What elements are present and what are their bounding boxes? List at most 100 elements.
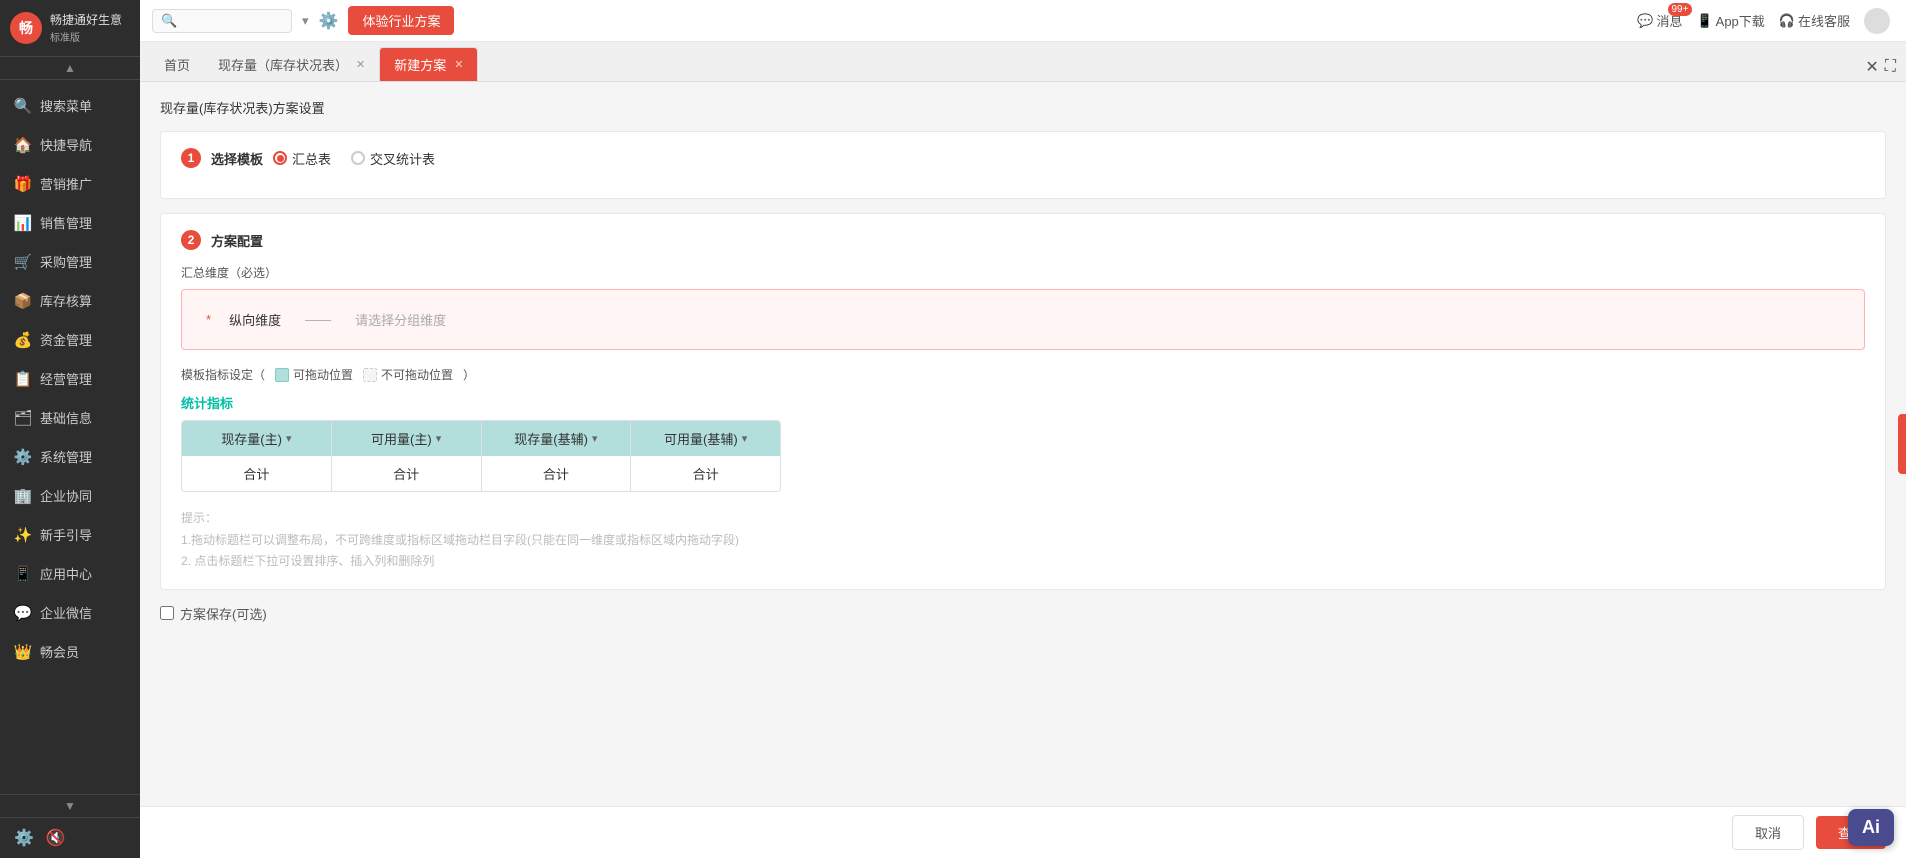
- col-2-chevron[interactable]: ▾: [592, 432, 598, 445]
- step2-title: 方案配置: [211, 231, 263, 250]
- chart-icon: 📊: [14, 214, 32, 232]
- message-badge: 99+: [1668, 3, 1693, 16]
- crown-icon: 👑: [14, 643, 32, 661]
- tab-inventory-close[interactable]: ✕: [356, 58, 365, 71]
- ai-badge-btn[interactable]: Ai: [1848, 809, 1894, 846]
- col-3-chevron[interactable]: ▾: [742, 432, 748, 445]
- metrics-cell-0-3: 合计: [631, 456, 780, 491]
- metrics-cell-0-1: 合计: [332, 456, 482, 491]
- user-profile-btn[interactable]: [1864, 8, 1894, 34]
- sidebar-item-finance[interactable]: 💰 资金管理: [0, 320, 140, 359]
- metrics-table-body: 合计 合计 合计 合计: [182, 456, 780, 491]
- phone-download-icon: 📱: [1696, 13, 1712, 29]
- radio-cross[interactable]: 交叉统计表: [351, 149, 435, 168]
- tab-new-scheme[interactable]: 新建方案 ✕: [379, 47, 478, 81]
- sidebar-logo: 畅 畅捷通好生意 标准版: [0, 0, 140, 57]
- metrics-col-header-2[interactable]: 现存量(基辅) ▾: [482, 421, 632, 456]
- sidebar-item-search-menu[interactable]: 🔍 搜索菜单: [0, 86, 140, 125]
- dim-box[interactable]: * 纵向维度 —— 请选择分组维度: [181, 289, 1865, 350]
- tab-new-scheme-close[interactable]: ✕: [454, 58, 463, 71]
- sidebar-item-label: 应用中心: [40, 564, 92, 583]
- step1-title: 选择模板: [211, 149, 263, 168]
- search-box[interactable]: 🔍: [152, 9, 292, 33]
- metrics-col-header-1[interactable]: 可用量(主) ▾: [332, 421, 482, 456]
- col-1-chevron[interactable]: ▾: [436, 432, 442, 445]
- col-0-chevron[interactable]: ▾: [286, 432, 292, 445]
- sidebar-item-inventory[interactable]: 📦 库存核算: [0, 281, 140, 320]
- metrics-table: 现存量(主) ▾ 可用量(主) ▾ 现存量(基辅) ▾ 可用量(基辅): [181, 420, 781, 492]
- tab-inventory-status[interactable]: 现存量（库存状况表） ✕: [204, 47, 379, 81]
- radio-summary-circle: [273, 151, 287, 165]
- hint-2: 2. 点击标题栏下拉可设置排序、插入列和删除列: [181, 551, 1865, 573]
- sidebar-item-quick-nav[interactable]: 🏠 快捷导航: [0, 125, 140, 164]
- radio-summary[interactable]: 汇总表: [273, 149, 331, 168]
- tab-home-label: 首页: [164, 55, 190, 74]
- sidebar-item-purchase[interactable]: 🛒 采购管理: [0, 242, 140, 281]
- sidebar-item-marketing[interactable]: 🎁 营销推广: [0, 164, 140, 203]
- metrics-table-header: 现存量(主) ▾ 可用量(主) ▾ 现存量(基辅) ▾ 可用量(基辅): [182, 421, 780, 456]
- radio-cross-label: 交叉统计表: [370, 149, 435, 168]
- sidebar-item-label: 库存核算: [40, 291, 92, 310]
- sidebar-scroll-down[interactable]: ▼: [64, 799, 76, 813]
- sidebar-scroll-up[interactable]: ▲: [64, 61, 76, 75]
- gift-icon: 🎁: [14, 175, 32, 193]
- metrics-cell-0-2: 合计: [482, 456, 632, 491]
- tab-new-scheme-label: 新建方案: [394, 55, 446, 74]
- cancel-button[interactable]: 取消: [1732, 815, 1804, 850]
- col-header-3-label: 可用量(基辅): [664, 429, 738, 448]
- search-icon: 🔍: [14, 97, 32, 115]
- page-title: 现存量(库存状况表)方案设置: [160, 98, 1886, 117]
- search-input[interactable]: [183, 14, 283, 28]
- sidebar-item-label: 系统管理: [40, 447, 92, 466]
- industry-plan-button[interactable]: 体验行业方案: [348, 6, 454, 35]
- metrics-config-label: 模板指标设定（: [181, 366, 265, 383]
- sidebar-item-operation[interactable]: 📋 经营管理: [0, 359, 140, 398]
- sidebar-item-app-center[interactable]: 📱 应用中心: [0, 554, 140, 593]
- step2-badge: 2: [181, 230, 201, 250]
- sidebar-item-system[interactable]: ⚙️ 系统管理: [0, 437, 140, 476]
- settings-footer-icon[interactable]: ⚙️: [14, 828, 34, 848]
- app-logo-icon: 畅: [10, 12, 42, 44]
- metrics-title: 统计指标: [181, 393, 1865, 412]
- save-checkbox[interactable]: [160, 606, 174, 620]
- main-area: 🔍 ▾ ⚙️ 体验行业方案 💬 消息 99+ 📱 App下载 🎧 在线客服: [140, 0, 1906, 858]
- col-header-1-label: 可用量(主): [371, 429, 432, 448]
- sidebar-item-member[interactable]: 👑 畅会员: [0, 632, 140, 671]
- tab-bar: 首页 现存量（库存状况表） ✕ 新建方案 ✕ ✕ ⛶: [140, 42, 1906, 82]
- save-row: 方案保存(可选): [160, 604, 1886, 623]
- content-area: 现存量(库存状况表)方案设置 1 选择模板 汇总表 交叉统计表: [140, 82, 1906, 806]
- sidebar-item-guide[interactable]: ✨ 新手引导: [0, 515, 140, 554]
- sidebar-item-label: 搜索菜单: [40, 96, 92, 115]
- right-panel-toggle[interactable]: [1898, 414, 1906, 474]
- sidebar-item-basic-info[interactable]: 🗂 基础信息: [0, 398, 140, 437]
- money-icon: 💰: [14, 331, 32, 349]
- dim-field-name: 纵向维度: [229, 310, 281, 329]
- gear-icon: ⚙️: [14, 448, 32, 466]
- step2-header: 2 方案配置: [181, 230, 1865, 250]
- message-icon-btn[interactable]: 💬 消息 99+: [1637, 11, 1682, 30]
- sidebar-item-sales[interactable]: 📊 销售管理: [0, 203, 140, 242]
- sidebar-item-wechat[interactable]: 💬 企业微信: [0, 593, 140, 632]
- folder-icon: 🗂: [14, 409, 32, 427]
- dropdown-arrow[interactable]: ▾: [302, 13, 309, 29]
- phone-icon: 📱: [14, 565, 32, 583]
- metrics-col-header-0[interactable]: 现存量(主) ▾: [182, 421, 332, 456]
- metrics-cell-0-0: 合计: [182, 456, 332, 491]
- metrics-col-header-3[interactable]: 可用量(基辅) ▾: [631, 421, 780, 456]
- sidebar-footer: ⚙️ 🔇: [0, 817, 140, 858]
- metrics-label-row: 模板指标设定（ 可拖动位置 不可拖动位置 ）: [181, 366, 1865, 383]
- tab-close-all-icon[interactable]: ✕: [1865, 57, 1878, 77]
- sidebar-item-label: 销售管理: [40, 213, 92, 232]
- step1-badge: 1: [181, 148, 201, 168]
- online-service-btn[interactable]: 🎧 在线客服: [1779, 11, 1850, 30]
- sidebar-item-label: 新手引导: [40, 525, 92, 544]
- tab-expand-icon[interactable]: ⛶: [1885, 58, 1896, 76]
- cell-0-0-label: 合计: [243, 464, 269, 483]
- app-download-btn[interactable]: 📱 App下载: [1696, 11, 1764, 30]
- sidebar-item-corp[interactable]: 🏢 企业协同: [0, 476, 140, 515]
- tab-home[interactable]: 首页: [150, 47, 204, 81]
- audio-footer-icon[interactable]: 🔇: [46, 828, 66, 848]
- ai-badge-label: Ai: [1862, 817, 1880, 837]
- gear-topbar-icon[interactable]: ⚙️: [319, 11, 339, 31]
- sidebar-item-label: 基础信息: [40, 408, 92, 427]
